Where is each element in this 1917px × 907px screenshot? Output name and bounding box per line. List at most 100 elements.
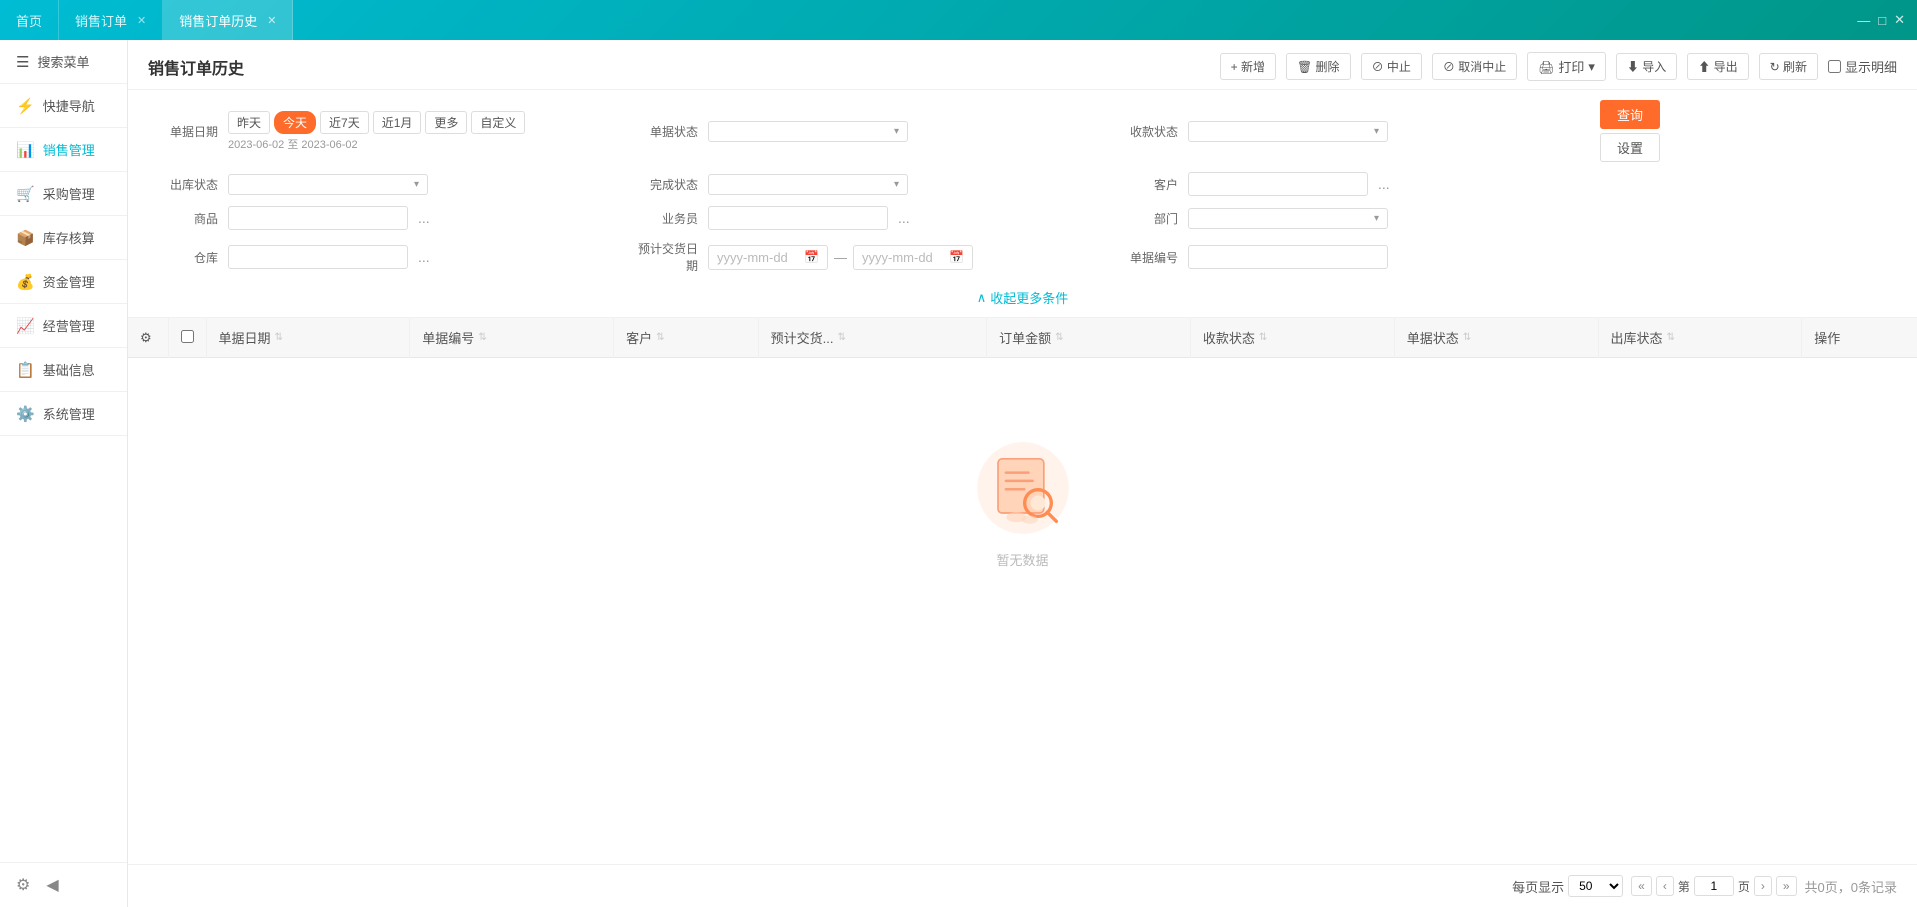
stock-out-arrow-icon: ▾	[414, 179, 419, 190]
sidebar-settings-icon[interactable]: ⚙	[16, 875, 30, 895]
main-layout: ☰ 搜索菜单 ⚡ 快捷导航 📊 销售管理 🛒 采购管理 📦 库存核算 💰 资金管…	[0, 40, 1917, 907]
filter-area: 单据日期 昨天 今天 近7天 近1月 更多 自定义 2023-06-02 至 2…	[128, 90, 1917, 318]
product-input[interactable]	[228, 206, 408, 230]
empty-row: 暂无数据	[128, 358, 1917, 650]
minimize-btn[interactable]: —	[1857, 13, 1870, 28]
stock-out-label: 出库状态	[148, 176, 228, 193]
table-wrap: ⚙ 单据日期 ⇅ 单据编号	[128, 318, 1917, 864]
th-doc-status[interactable]: 单据状态 ⇅	[1394, 318, 1598, 358]
complete-status-select[interactable]: ▾	[708, 174, 908, 195]
maximize-btn[interactable]: □	[1878, 13, 1886, 28]
delivery-date-end[interactable]: yyyy-mm-dd 📅	[853, 245, 973, 270]
display-cols-input[interactable]	[1828, 60, 1841, 73]
sidebar-item-quick-nav[interactable]: ⚡ 快捷导航	[0, 84, 127, 128]
stock-out-select[interactable]: ▾	[228, 174, 428, 195]
select-all-checkbox[interactable]	[181, 330, 194, 343]
print-btn[interactable]: 🖨 打印 ▾	[1527, 52, 1606, 81]
sidebar-item-purchase-mgmt[interactable]: 🛒 采购管理	[0, 172, 127, 216]
print-arrow-icon: ▾	[1588, 59, 1595, 75]
more-btn[interactable]: 更多	[425, 111, 467, 134]
sidebar-item-basic-info[interactable]: 📋 基础信息	[0, 348, 127, 392]
export-btn[interactable]: ⬆ 导出	[1687, 53, 1748, 80]
top-bar: 销售订单历史 首页 销售订单 ✕ 销售订单历史 ✕ — □ ✕	[0, 0, 1917, 40]
refresh-btn[interactable]: ↻ 刷新	[1759, 53, 1818, 80]
th-no[interactable]: 单据编号 ⇅	[410, 318, 614, 358]
yesterday-btn[interactable]: 昨天	[228, 111, 270, 134]
prev-page-btn[interactable]: ‹	[1656, 876, 1674, 896]
sidebar-collapse-icon[interactable]: ◀	[46, 875, 58, 895]
th-payment-status[interactable]: 收款状态 ⇅	[1190, 318, 1394, 358]
tab-sales-order-close[interactable]: ✕	[137, 14, 146, 27]
last-page-btn[interactable]: »	[1776, 876, 1797, 896]
product-dots-btn[interactable]: ...	[418, 210, 430, 226]
delivery-date-input-wrap: yyyy-mm-dd 📅 — yyyy-mm-dd 📅	[708, 245, 973, 270]
salesperson-label: 业务员	[628, 210, 708, 227]
display-cols-checkbox[interactable]: 显示明细	[1828, 57, 1897, 76]
import-btn[interactable]: ⬇ 导入	[1616, 53, 1677, 80]
sidebar-item-finance[interactable]: 💰 资金管理	[0, 260, 127, 304]
7days-btn[interactable]: 近7天	[320, 111, 369, 134]
delivery-date-start[interactable]: yyyy-mm-dd 📅	[708, 245, 828, 270]
th-date[interactable]: 单据日期 ⇅	[206, 318, 410, 358]
tab-sales-order[interactable]: 销售订单 ✕	[59, 0, 163, 40]
customer-input[interactable]	[1188, 172, 1368, 196]
warehouse-input[interactable]	[228, 245, 408, 269]
dept-select[interactable]: ▾	[1188, 208, 1388, 229]
collapse-up-icon: ∧	[977, 290, 987, 306]
table-body: 暂无数据	[128, 358, 1917, 650]
next-page-btn[interactable]: ›	[1754, 876, 1772, 896]
tab-sales-order-history-close[interactable]: ✕	[267, 14, 276, 27]
today-btn[interactable]: 今天	[274, 111, 316, 134]
filter-settings-btn[interactable]: 设置	[1600, 133, 1660, 162]
salesperson-dots-btn[interactable]: ...	[898, 210, 910, 226]
tab-home[interactable]: 销售订单历史 首页	[0, 0, 59, 40]
page-number-label: 第	[1678, 878, 1690, 895]
date-filter-control: 昨天 今天 近7天 近1月 更多 自定义 2023-06-02 至 2023-0…	[228, 111, 608, 152]
warehouse-dots-btn[interactable]: ...	[418, 249, 430, 265]
pagination: 每页显示 20 50 100 « ‹ 第 页 › » 共0页，0条记录	[128, 864, 1917, 907]
page-size-dropdown[interactable]: 20 50 100	[1568, 875, 1623, 897]
page-number-input[interactable]	[1694, 876, 1734, 896]
sidebar-item-inventory[interactable]: 📦 库存核算	[0, 216, 127, 260]
1month-btn[interactable]: 近1月	[373, 111, 422, 134]
print-label: 🖨 打印	[1538, 57, 1584, 76]
delivery-date-filter-control: yyyy-mm-dd 📅 — yyyy-mm-dd 📅	[708, 245, 1088, 270]
sidebar-item-system-mgmt[interactable]: ⚙️ 系统管理	[0, 392, 127, 436]
th-checkbox[interactable]	[168, 318, 206, 358]
search-menu-icon: ☰	[16, 53, 29, 71]
sidebar-item-search-menu[interactable]: ☰ 搜索菜单	[0, 40, 127, 84]
sidebar-item-sales-mgmt-label: 销售管理	[43, 140, 95, 159]
stop-btn[interactable]: ⊘ 中止	[1361, 53, 1422, 80]
salesperson-input[interactable]	[708, 206, 888, 230]
sidebar-item-sales-mgmt[interactable]: 📊 销售管理	[0, 128, 127, 172]
sidebar-bottom: ⚙ ◀	[0, 862, 127, 907]
order-no-input[interactable]	[1188, 245, 1388, 269]
page-label: 页	[1738, 878, 1750, 895]
filter-row-3: 商品 ... 业务员 ... 部门 ▾	[148, 206, 1897, 230]
status-select[interactable]: ▾	[708, 121, 908, 142]
th-stock-status[interactable]: 出库状态 ⇅	[1598, 318, 1802, 358]
new-btn[interactable]: + 新增	[1220, 53, 1276, 80]
page-size-label: 每页显示	[1512, 877, 1564, 896]
cancel-stop-btn[interactable]: ⊘ 取消中止	[1432, 53, 1517, 80]
th-amount[interactable]: 订单金额 ⇅	[987, 318, 1191, 358]
sort-date-icon: ⇅	[275, 332, 283, 343]
th-customer-label: 客户	[626, 328, 652, 347]
quick-nav-icon: ⚡	[16, 97, 35, 115]
first-page-btn[interactable]: «	[1631, 876, 1652, 896]
tab-sales-order-history[interactable]: 销售订单历史 ✕	[163, 0, 293, 40]
sidebar-item-operations-label: 经营管理	[43, 316, 95, 335]
delete-btn[interactable]: 🗑 删除	[1286, 53, 1351, 80]
customer-dots-btn[interactable]: ...	[1378, 176, 1390, 192]
collapse-btn[interactable]: ∧ 收起更多条件	[977, 288, 1069, 307]
query-btn[interactable]: 查询	[1600, 100, 1660, 129]
close-btn[interactable]: ✕	[1894, 12, 1905, 28]
payment-status-select[interactable]: ▾	[1188, 121, 1388, 142]
operations-icon: 📈	[16, 317, 35, 335]
delivery-date-start-text: yyyy-mm-dd	[717, 250, 788, 265]
custom-btn[interactable]: 自定义	[471, 111, 525, 134]
th-customer[interactable]: 客户 ⇅	[614, 318, 759, 358]
sidebar-item-operations[interactable]: 📈 经营管理	[0, 304, 127, 348]
th-delivery[interactable]: 预计交货... ⇅	[758, 318, 986, 358]
th-settings[interactable]: ⚙	[128, 318, 168, 358]
